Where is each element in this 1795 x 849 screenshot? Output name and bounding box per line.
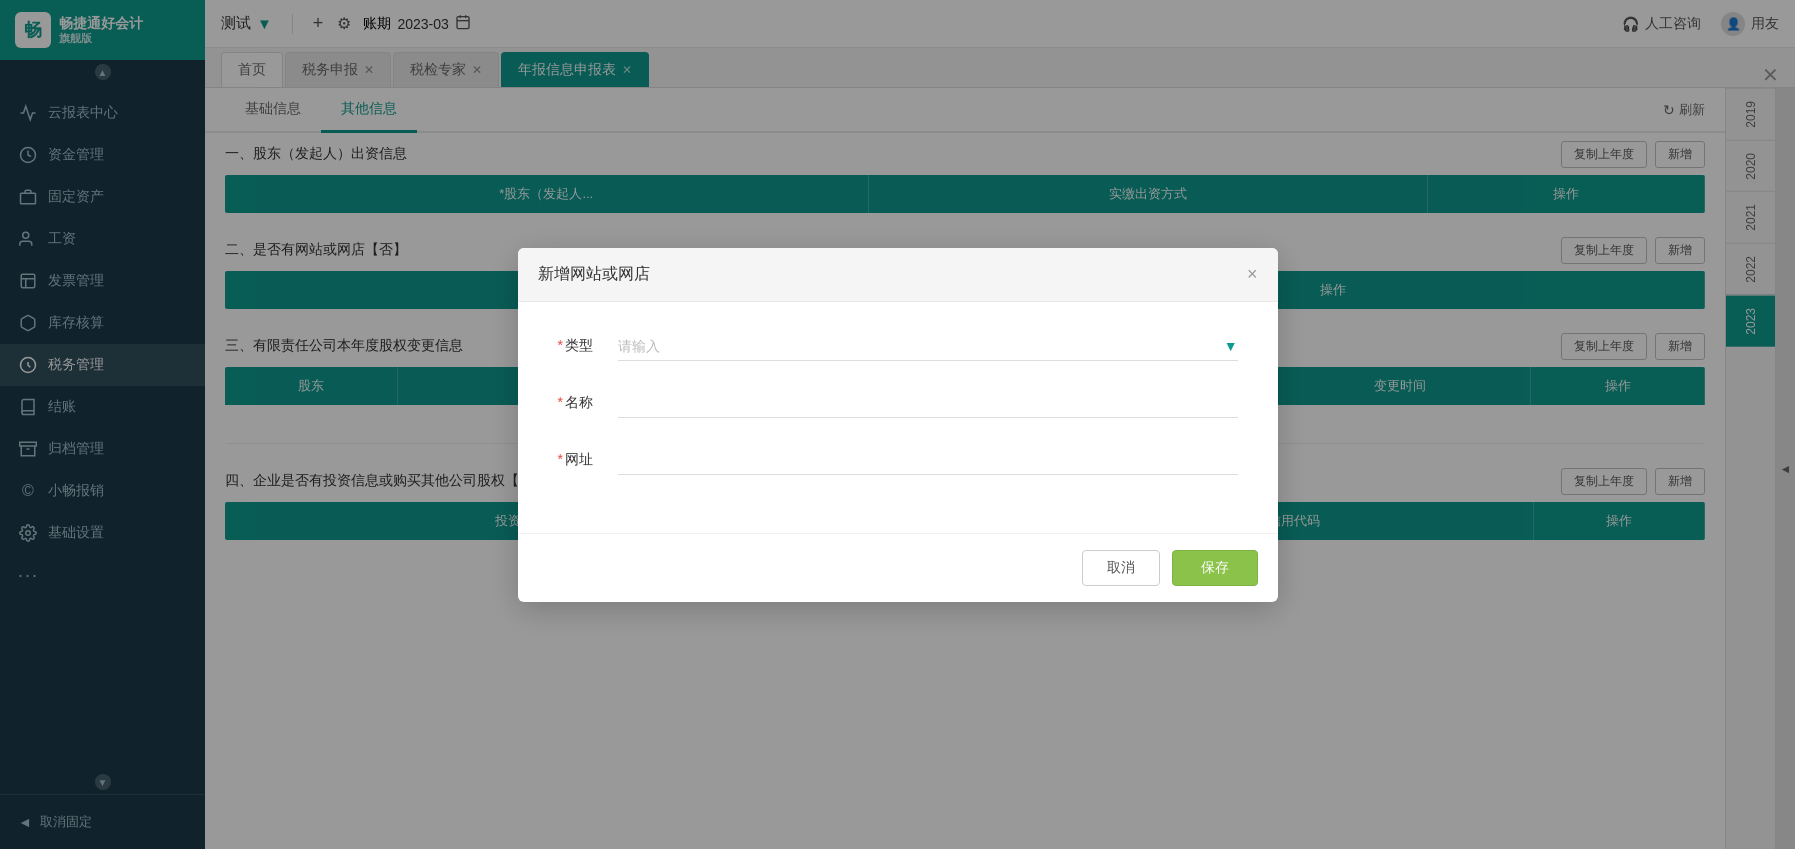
modal-header: 新增网站或网店 ×: [518, 248, 1278, 302]
type-input[interactable]: [618, 332, 1238, 361]
modal-overlay[interactable]: 新增网站或网店 × *类型 ▼ *名称 *网址: [0, 0, 1795, 849]
cancel-button[interactable]: 取消: [1082, 550, 1160, 586]
name-input[interactable]: [618, 389, 1238, 418]
required-marker2: *: [558, 394, 563, 410]
url-input[interactable]: [618, 446, 1238, 475]
form-field-url: *网址: [558, 446, 1238, 475]
modal-footer: 取消 保存: [518, 533, 1278, 602]
url-label: *网址: [558, 451, 618, 469]
form-field-type: *类型 ▼: [558, 332, 1238, 361]
save-button[interactable]: 保存: [1172, 550, 1258, 586]
modal-body: *类型 ▼ *名称 *网址: [518, 302, 1278, 533]
modal-title: 新增网站或网店: [538, 264, 650, 285]
modal-close-btn[interactable]: ×: [1247, 264, 1258, 285]
name-label: *名称: [558, 394, 618, 412]
type-label: *类型: [558, 337, 618, 355]
add-website-modal: 新增网站或网店 × *类型 ▼ *名称 *网址: [518, 248, 1278, 602]
form-field-name: *名称: [558, 389, 1238, 418]
required-marker3: *: [558, 451, 563, 467]
required-marker: *: [558, 337, 563, 353]
